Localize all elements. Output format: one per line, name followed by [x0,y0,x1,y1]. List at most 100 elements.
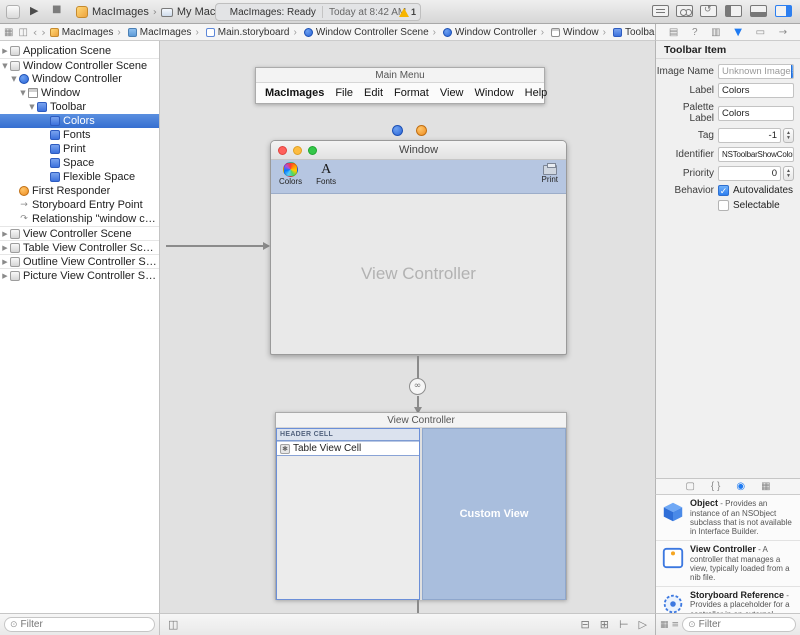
priority-stepper[interactable]: ▲ ▼ [783,166,794,181]
breadcrumb-window-controller[interactable]: Window Controller [429,27,537,38]
resolve-button-icon[interactable]: ▷ [639,618,647,631]
outline-row-application-scene[interactable]: ▶ Application Scene [0,44,159,58]
first-responder-dock-icon[interactable] [416,125,427,136]
menu-item-app[interactable]: MacImages [265,87,324,99]
main-menu-panel[interactable]: Main Menu MacImages File Edit Format Vie… [255,67,548,104]
view-controller-panel[interactable]: View Controller HEADER CELL ✱ Table View… [275,412,567,600]
table-view[interactable]: HEADER CELL ✱ Table View Cell [276,428,420,600]
standard-editor-icon[interactable] [652,5,669,17]
pin-button-icon[interactable]: ⊢ [619,618,629,631]
fonts-toolbar-item[interactable]: A Fonts [316,162,336,186]
close-icon[interactable] [278,146,287,155]
library-item-object[interactable]: Object - Provides an instance of an NSOb… [656,495,800,541]
outline-row-outline-view-controller-scene[interactable]: ▶ Outline View Controller Scene [0,254,159,268]
outline-row-print[interactable]: Print [0,142,159,156]
storyboard-canvas[interactable]: Main Menu MacImages File Edit Format Vie… [160,41,655,613]
library-item-storyboard-reference[interactable]: Storyboard Reference - Provides a placeh… [656,587,800,613]
custom-view[interactable]: Custom View [422,428,566,600]
list-view-icon[interactable]: ≡ [672,620,680,630]
identifier-field[interactable]: NSToolbarShowColorsItem [718,147,794,162]
menu-item-window[interactable]: Window [475,87,514,99]
forward-button[interactable]: › [41,26,45,39]
code-snippet-library-icon[interactable]: { } [711,481,720,492]
back-button[interactable]: ‹ [33,26,37,39]
breadcrumb-window[interactable]: Window [537,27,599,38]
outline-toggle-icon[interactable]: ◫ [168,618,178,631]
run-button[interactable]: ▶ [30,4,38,17]
navigator-toggle-icon[interactable] [725,5,742,17]
image-name-combo[interactable]: Unknown Image ▲▼ [718,64,794,79]
related-items-icon[interactable]: ▦ [4,27,13,38]
assistant-editor-icon[interactable] [676,5,693,17]
outline-filter-field[interactable]: ⊙ [4,617,155,632]
tag-stepper[interactable]: ▲ ▼ [783,128,794,143]
print-toolbar-item[interactable]: Print [542,162,558,184]
window-toolbar[interactable]: Colors A Fonts Print [271,160,566,194]
autovalidates-checkbox[interactable] [718,185,729,196]
outline-row-table-view-controller-scene[interactable]: ▶ Table View Controller Scene [0,240,159,254]
menu-item-help[interactable]: Help [525,87,548,99]
identity-inspector-icon[interactable]: ▥ [711,27,720,38]
label-field[interactable]: Colors [718,83,794,98]
autovalidates-option[interactable]: Autovalidates [718,185,793,196]
minimize-icon[interactable] [293,146,302,155]
grid-view-icon[interactable]: ▦ [660,620,669,630]
warning-badge[interactable]: 1 [398,7,416,17]
align-button-icon[interactable]: ⊞ [600,618,609,631]
selectable-checkbox[interactable] [718,200,729,211]
library-filter-input[interactable] [698,619,790,630]
window-mock[interactable]: Window Colors A Fonts Print View Control… [270,140,567,355]
table-header-cell[interactable]: HEADER CELL [277,429,419,441]
breadcrumb-storyboard[interactable]: Main.storyboard [191,27,289,38]
menu-item-view[interactable]: View [440,87,464,99]
table-view-cell[interactable]: ✱ Table View Cell [277,441,419,456]
file-template-library-icon[interactable]: ▢ [685,481,694,492]
menu-item-file[interactable]: File [335,87,353,99]
debug-area-toggle-icon[interactable] [750,5,767,17]
outline-row-window-controller[interactable]: ▼ Window Controller [0,72,159,86]
library-item-view-controller[interactable]: View Controller - A controller that mana… [656,541,800,587]
outline-row-fonts[interactable]: Fonts [0,128,159,142]
outline-row-view-controller-scene[interactable]: ▶ View Controller Scene [0,226,159,240]
storyboard-entry-arrow[interactable] [166,242,270,250]
segue-link-icon[interactable]: ∞ [409,378,426,395]
outline-filter-input[interactable] [20,619,149,630]
version-editor-icon[interactable] [700,4,717,17]
palette-label-field[interactable]: Colors [718,105,794,121]
outline-row-colors[interactable]: Colors [0,114,159,128]
outline-row-relationship[interactable]: ↷Relationship "window content" to "... [0,212,159,226]
stop-button[interactable]: ■ [52,4,61,15]
size-inspector-icon[interactable]: ▭ [756,27,765,38]
file-inspector-icon[interactable]: ▤ [669,27,678,38]
breadcrumb-group[interactable]: MacImages [113,27,191,38]
breadcrumb-project[interactable]: MacImages [49,27,113,38]
stack-button-icon[interactable]: ⊟ [581,618,590,631]
outline-row-toolbar[interactable]: ▼ Toolbar [0,100,159,114]
media-library-icon[interactable]: ▦ [761,481,770,492]
library-filter-field[interactable]: ⊙ [682,617,796,632]
object-library-icon[interactable]: ◉ [736,481,745,492]
priority-field[interactable]: 0 [718,166,781,181]
combo-arrows-icon[interactable]: ▲▼ [790,65,793,78]
menu-item-format[interactable]: Format [394,87,429,99]
outline-row-entry-point[interactable]: → Storyboard Entry Point [0,198,159,212]
window-proxy-icon[interactable] [6,5,20,19]
selectable-option[interactable]: Selectable [718,200,780,211]
quick-help-inspector-icon[interactable]: ? [692,27,698,38]
breadcrumb-scene[interactable]: Window Controller Scene [289,27,429,38]
outline-row-space[interactable]: Space [0,156,159,170]
colors-toolbar-item[interactable]: Colors [279,162,302,186]
zoom-icon[interactable] [308,146,317,155]
tag-field[interactable]: -1 [718,128,781,143]
connections-inspector-icon[interactable]: → [779,27,787,38]
attributes-inspector-icon[interactable]: ▼ [734,27,742,38]
menu-item-edit[interactable]: Edit [364,87,383,99]
outline-row-picture-view-controller-scene[interactable]: ▶ Picture View Controller Scene [0,268,159,282]
window-controller-dock-icon[interactable] [392,125,403,136]
outline-row-flexible-space[interactable]: Flexible Space [0,170,159,184]
outline-row-first-responder[interactable]: First Responder [0,184,159,198]
editor-split-icon[interactable]: ◫ [18,27,27,38]
window-content-area[interactable]: View Controller [271,194,566,354]
scheme-selector[interactable]: MacImages › My Mac [76,4,215,20]
outline-row-window-controller-scene[interactable]: ▼ Window Controller Scene [0,58,159,72]
